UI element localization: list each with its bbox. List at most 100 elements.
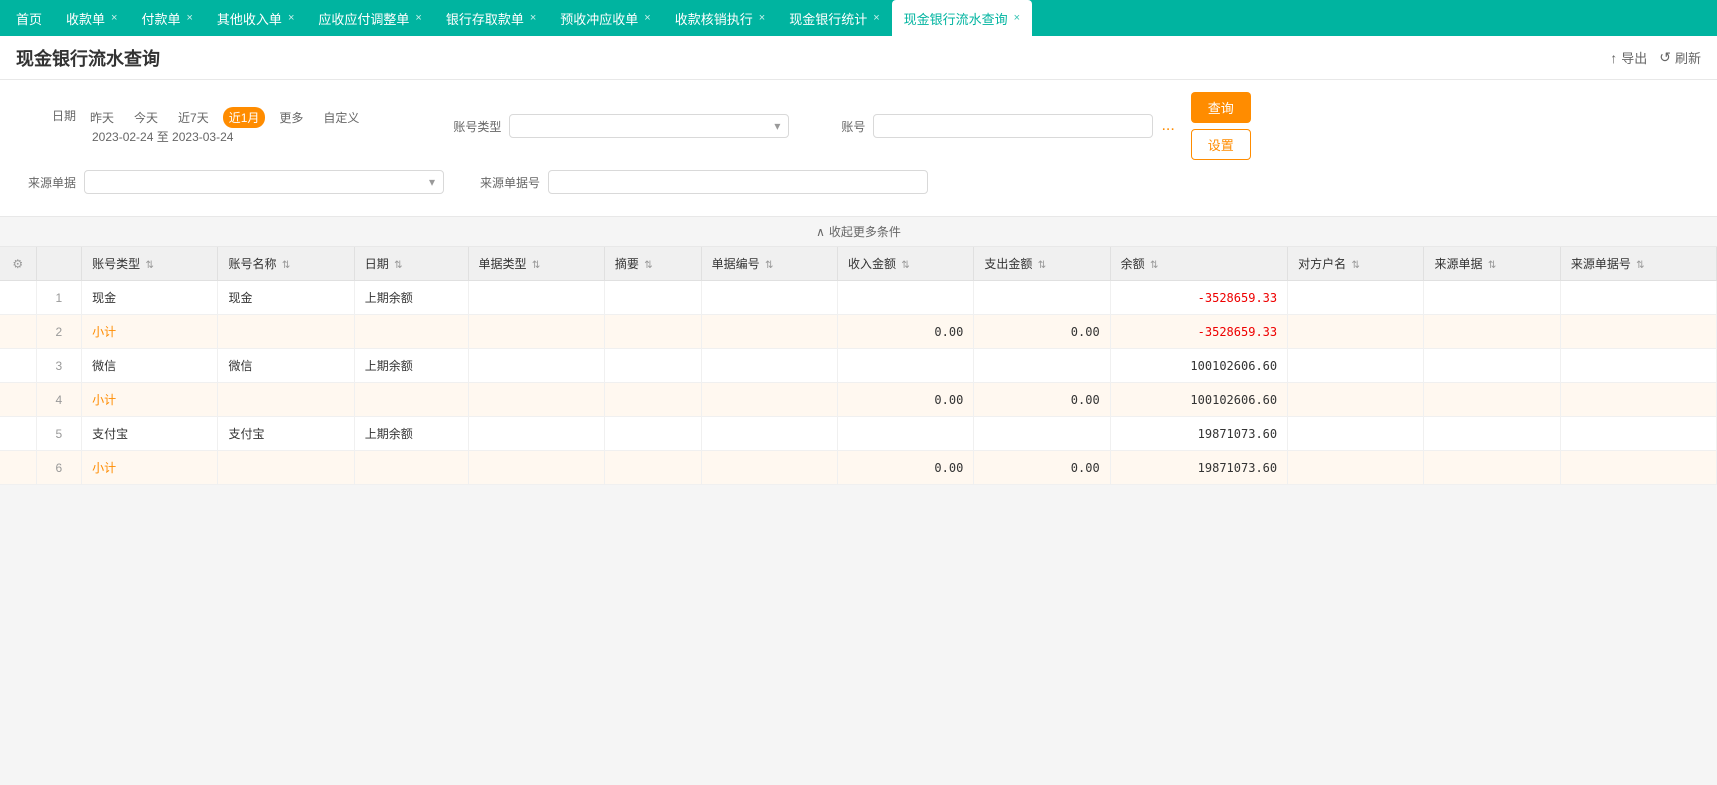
row-date (354, 315, 468, 349)
row-balance: 100102606.60 (1110, 349, 1287, 383)
filter-area: 日期 昨天 今天 近7天 近1月 更多 自定义 2023-02-24 至 202… (0, 80, 1717, 217)
export-button[interactable]: ↑ 导出 (1610, 48, 1647, 67)
collapse-label: 收起更多条件 (829, 223, 901, 240)
sort-icon[interactable]: ⇅ (145, 260, 153, 271)
row-income (837, 281, 973, 315)
source-doc-no-input[interactable] (548, 170, 928, 194)
row-doc-no (701, 451, 837, 485)
tab-other-income[interactable]: 其他收入单 × (205, 0, 306, 36)
row-account-name (218, 383, 354, 417)
sort-icon[interactable]: ⇅ (282, 260, 290, 271)
row-expense (974, 349, 1110, 383)
collapse-bar[interactable]: ∧ 收起更多条件 (0, 217, 1717, 247)
refresh-button[interactable]: ↺ 刷新 (1659, 48, 1701, 67)
row-doc-type (468, 383, 604, 417)
row-summary (604, 383, 701, 417)
column-doc-type: 单据类型 ⇅ (468, 247, 604, 281)
chevron-up-icon: ∧ (816, 225, 825, 239)
source-doc-filter: 来源单据 ▾ (16, 170, 444, 194)
row-summary (604, 281, 701, 315)
row-source-doc (1424, 417, 1560, 451)
row-date (354, 451, 468, 485)
filter-row-2: 来源单据 ▾ 来源单据号 (16, 170, 1701, 194)
close-icon[interactable]: × (415, 12, 421, 24)
close-icon[interactable]: × (873, 12, 879, 24)
sort-icon[interactable]: ⇅ (532, 260, 540, 271)
tab-collection-execute[interactable]: 收款核销执行 × (663, 0, 777, 36)
account-type-select[interactable]: ▾ (509, 114, 789, 138)
source-doc-no-filter: 来源单据号 (480, 170, 928, 194)
date-opt-yesterday[interactable]: 昨天 (84, 107, 120, 128)
close-icon[interactable]: × (1014, 12, 1020, 24)
close-icon[interactable]: × (111, 12, 117, 24)
date-opt-today[interactable]: 今天 (128, 107, 164, 128)
row-income: 0.00 (837, 315, 973, 349)
top-navigation: 首页 收款单 × 付款单 × 其他收入单 × 应收应付调整单 × 银行存取款单 … (0, 0, 1717, 36)
tab-payments[interactable]: 付款单 × (129, 0, 204, 36)
sort-icon[interactable]: ⇅ (1488, 260, 1496, 271)
row-doc-type (468, 281, 604, 315)
filter-row-1: 日期 昨天 今天 近7天 近1月 更多 自定义 2023-02-24 至 202… (16, 92, 1701, 160)
account-filter: 账号 ... (805, 114, 1174, 138)
tab-ar-ap-adjust[interactable]: 应收应付调整单 × (306, 0, 433, 36)
tab-prepay-offset[interactable]: 预收冲应收单 × (548, 0, 662, 36)
export-icon: ↑ (1610, 50, 1617, 66)
sort-icon[interactable]: ⇅ (765, 260, 773, 271)
column-source-doc-no: 来源单据号 ⇅ (1560, 247, 1716, 281)
close-icon[interactable]: × (288, 12, 294, 24)
gear-icon[interactable]: ⚙ (12, 257, 23, 271)
row-source-doc-no (1560, 451, 1716, 485)
header-actions: ↑ 导出 ↺ 刷新 (1610, 48, 1701, 67)
date-opt-1month[interactable]: 近1月 (223, 107, 266, 128)
row-counterparty (1288, 383, 1424, 417)
source-doc-no-text-input[interactable] (557, 175, 919, 189)
column-income: 收入金额 ⇅ (837, 247, 973, 281)
row-balance: 19871073.60 (1110, 451, 1287, 485)
row-account-name: 支付宝 (218, 417, 354, 451)
row-source-doc-no (1560, 349, 1716, 383)
tab-receipts[interactable]: 收款单 × (54, 0, 129, 36)
row-summary (604, 451, 701, 485)
sort-icon[interactable]: ⇅ (1038, 260, 1046, 271)
sort-icon[interactable]: ⇅ (394, 260, 402, 271)
page-title: 现金银行流水查询 (16, 45, 160, 71)
row-balance: -3528659.33 (1110, 281, 1287, 315)
table-row: 4小计0.000.00100102606.60 (0, 383, 1717, 417)
sort-icon[interactable]: ⇅ (901, 260, 909, 271)
source-doc-select[interactable]: ▾ (84, 170, 444, 194)
close-icon[interactable]: × (530, 12, 536, 24)
close-icon[interactable]: × (186, 12, 192, 24)
row-account-type: 小计 (82, 451, 218, 485)
tab-bank-deposit[interactable]: 银行存取款单 × (434, 0, 548, 36)
query-button[interactable]: 查询 (1191, 92, 1251, 123)
account-input[interactable] (873, 114, 1153, 138)
column-counterparty: 对方户名 ⇅ (1288, 247, 1424, 281)
sort-icon[interactable]: ⇅ (644, 260, 652, 271)
date-opt-more[interactable]: 更多 (273, 107, 309, 128)
close-icon[interactable]: × (759, 12, 765, 24)
row-gear (0, 417, 36, 451)
row-gear (0, 451, 36, 485)
home-button[interactable]: 首页 (4, 0, 54, 36)
row-source-doc (1424, 281, 1560, 315)
settings-button[interactable]: 设置 (1191, 129, 1251, 160)
table-row: 5支付宝支付宝上期余额19871073.60 (0, 417, 1717, 451)
column-balance: 余额 ⇅ (1110, 247, 1287, 281)
row-source-doc-no (1560, 281, 1716, 315)
sort-icon[interactable]: ⇅ (1150, 260, 1158, 271)
row-doc-type (468, 451, 604, 485)
close-icon[interactable]: × (644, 12, 650, 24)
date-opt-7days[interactable]: 近7天 (172, 107, 215, 128)
date-opt-custom[interactable]: 自定义 (317, 107, 365, 128)
row-doc-no (701, 349, 837, 383)
source-doc-no-label: 来源单据号 (480, 174, 540, 191)
account-ellipsis-button[interactable]: ... (1161, 117, 1174, 135)
row-date (354, 383, 468, 417)
row-counterparty (1288, 451, 1424, 485)
tab-cash-bank-flow[interactable]: 现金银行流水查询 × (892, 0, 1032, 36)
row-account-name: 现金 (218, 281, 354, 315)
tab-cash-bank-stats[interactable]: 现金银行统计 × (777, 0, 891, 36)
sort-icon[interactable]: ⇅ (1351, 260, 1359, 271)
sort-icon[interactable]: ⇅ (1636, 260, 1644, 271)
account-text-input[interactable] (882, 119, 1144, 133)
